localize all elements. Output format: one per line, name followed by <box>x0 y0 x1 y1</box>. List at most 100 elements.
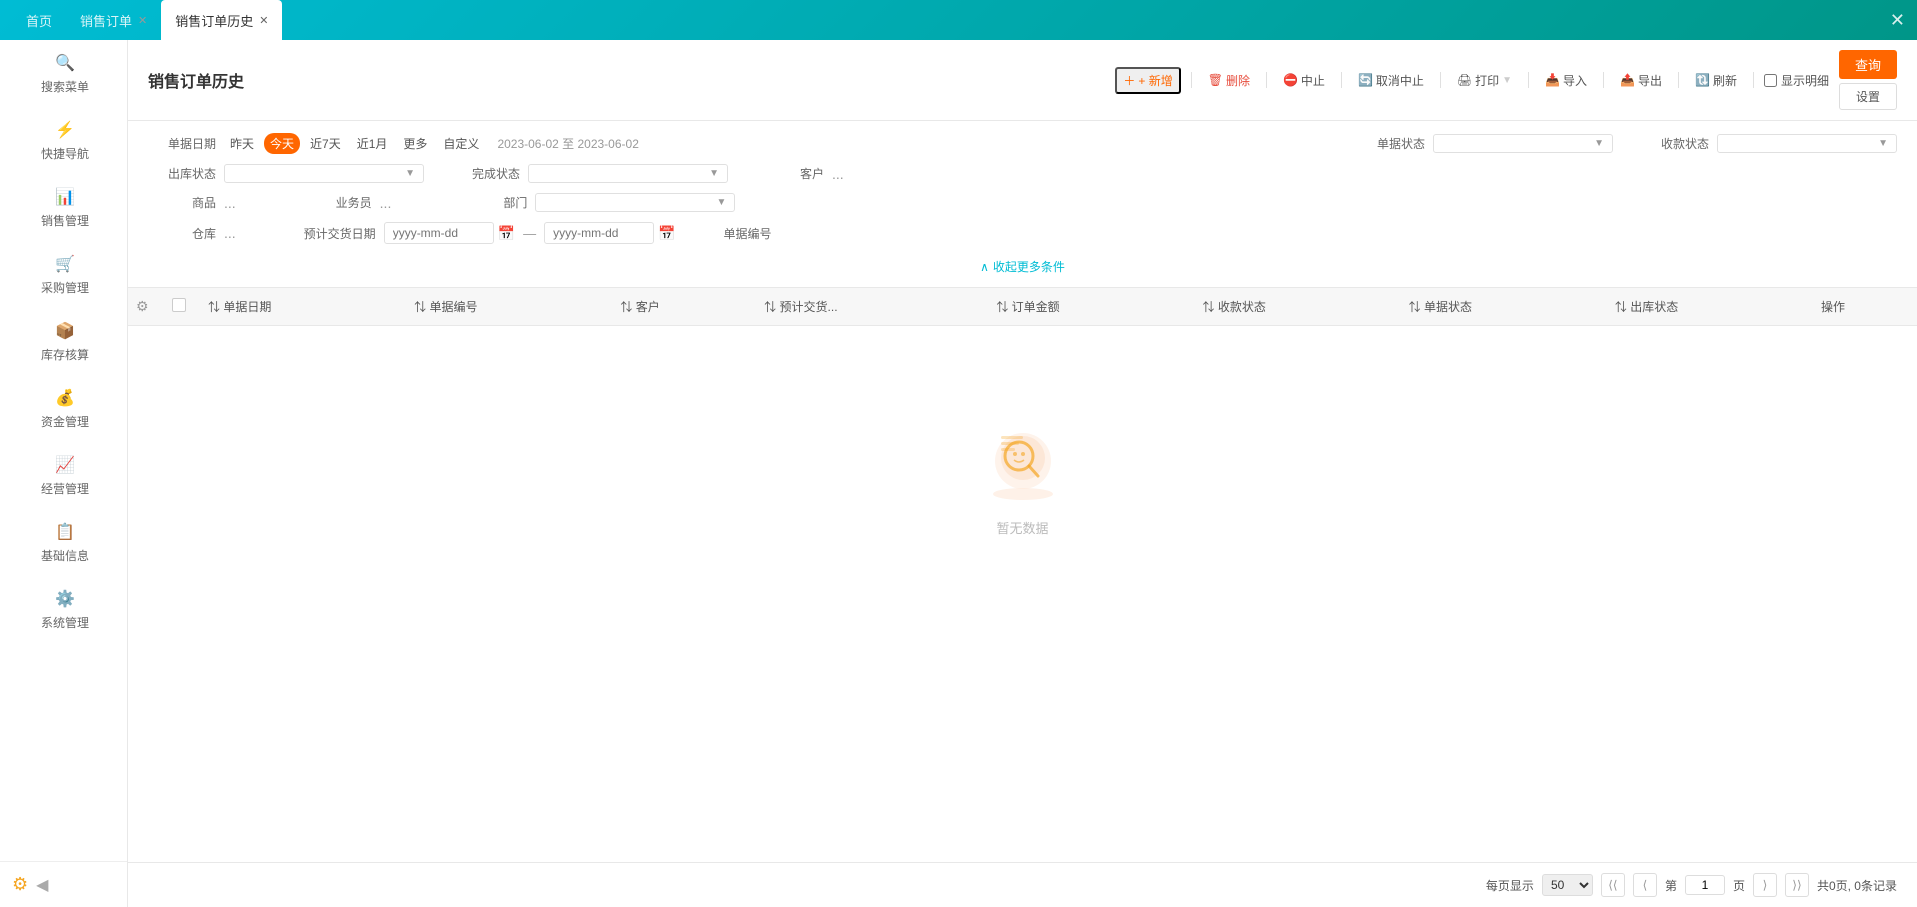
toolbar: ＋ + 新增 🗑 删除 ⛔ 中止 🔄 取消中止 <box>1115 50 1897 110</box>
sales-icon: 📊 <box>54 186 76 208</box>
salesperson-label: 业务员 <box>304 194 372 211</box>
date-range-separator: — <box>523 226 536 241</box>
th-delivery-icon[interactable]: ⇅ <box>764 300 776 314</box>
date-label: 单据日期 <box>148 135 216 152</box>
print-dropdown-icon: ▼ <box>1502 75 1512 86</box>
page-label: 页 <box>1733 877 1745 894</box>
date-chip-custom[interactable]: 自定义 <box>437 133 485 154</box>
delivery-date-from-input[interactable] <box>384 222 494 244</box>
sidebar-settings-icon[interactable]: ⚙ <box>12 874 28 895</box>
receipt-status-label: 收款状态 <box>1641 135 1709 152</box>
filter-area: 单据日期 昨天 今天 近7天 近1月 更多 自定义 2023-06-02 至 2… <box>128 121 1917 288</box>
cancel-stop-button[interactable]: 🔄 取消中止 <box>1352 69 1430 92</box>
last-page-button[interactable]: ⟩⟩ <box>1785 873 1809 897</box>
refresh-button[interactable]: 🔃 刷新 <box>1689 69 1743 92</box>
pagination-bar: 每页显示 50 10 20 100 ⟨⟨ ⟨ 第 页 ⟩ ⟩⟩ 共0页, 0条记… <box>128 862 1917 907</box>
department-dropdown-icon: ▼ <box>716 197 726 208</box>
query-button[interactable]: 查询 <box>1839 50 1897 79</box>
close-history-tab[interactable]: ✕ <box>259 14 268 27</box>
th-outbound-status: ⇅ 出库状态 <box>1607 288 1813 326</box>
th-amount-icon[interactable]: ⇅ <box>996 300 1008 314</box>
inventory-icon: 📦 <box>54 320 76 342</box>
page-title: 销售订单历史 <box>148 68 244 92</box>
delivery-date-to-input[interactable] <box>544 222 654 244</box>
first-page-button[interactable]: ⟨⟨ <box>1601 873 1625 897</box>
page-size-select[interactable]: 50 10 20 100 <box>1542 874 1593 896</box>
total-info: 共0页, 0条记录 <box>1817 877 1897 894</box>
sidebar-item-inventory[interactable]: 📦 库存核算 <box>0 308 127 375</box>
separator-8 <box>1753 72 1754 88</box>
page-number-input[interactable] <box>1685 875 1725 895</box>
delivery-date-to-calendar-icon[interactable]: 📅 <box>658 225 675 242</box>
goods-label: 商品 <box>148 194 216 211</box>
prev-page-button[interactable]: ⟨ <box>1633 873 1657 897</box>
select-all-checkbox[interactable] <box>172 298 186 312</box>
th-number-icon[interactable]: ⇅ <box>414 300 426 314</box>
close-sales-order-tab[interactable]: ✕ <box>138 14 147 27</box>
date-chip-yesterday[interactable]: 昨天 <box>224 133 260 154</box>
table-settings-icon[interactable]: ⚙ <box>136 298 149 314</box>
completion-status-select[interactable]: ▼ <box>528 164 728 183</box>
th-operations: 操作 <box>1813 288 1917 326</box>
stop-button[interactable]: ⛔ 中止 <box>1277 69 1331 92</box>
separator-6 <box>1603 72 1604 88</box>
empty-state-row: 暂无数据 <box>128 326 1917 618</box>
th-receipt-icon[interactable]: ⇅ <box>1202 300 1214 314</box>
top-bar-right: ✕ <box>1890 10 1905 31</box>
outbound-status-label: 出库状态 <box>148 165 216 182</box>
sidebar-item-basic-info[interactable]: 📋 基础信息 <box>0 509 127 576</box>
receipt-status-select[interactable]: ▼ <box>1717 134 1897 153</box>
goods-ellipsis[interactable]: ... <box>224 195 236 211</box>
export-icon: 📤 <box>1620 73 1635 87</box>
th-outbound-icon[interactable]: ⇅ <box>1615 300 1627 314</box>
sidebar-item-operations[interactable]: 📈 经营管理 <box>0 442 127 509</box>
page-jump-label: 第 <box>1665 877 1677 894</box>
display-detail-checkbox[interactable]: 显示明细 <box>1764 72 1829 89</box>
warehouse-ellipsis[interactable]: ... <box>224 225 236 241</box>
sidebar-item-quick-nav[interactable]: ⚡ 快捷导航 <box>0 107 127 174</box>
outbound-status-select[interactable]: ▼ <box>224 164 424 183</box>
sidebar-item-purchase-mgmt[interactable]: 🛒 采购管理 <box>0 241 127 308</box>
date-chip-7days[interactable]: 近7天 <box>304 133 347 154</box>
separator-4 <box>1440 72 1441 88</box>
delete-icon: 🗑 <box>1208 73 1223 87</box>
delete-button[interactable]: 🗑 删除 <box>1202 69 1256 92</box>
import-button[interactable]: 📥 导入 <box>1539 69 1593 92</box>
sidebar-item-system[interactable]: ⚙️ 系统管理 <box>0 576 127 643</box>
export-button[interactable]: 📤 导出 <box>1614 69 1668 92</box>
page-header: 销售订单历史 ＋ + 新增 🗑 删除 ⛔ 中止 🔄 <box>128 40 1917 121</box>
sidebar-item-search-menu[interactable]: 🔍 搜索菜单 <box>0 40 127 107</box>
top-bar: 首页 销售订单 ✕ 销售订单历史 ✕ ✕ <box>0 0 1917 40</box>
tab-home[interactable]: 首页 <box>12 0 66 40</box>
delivery-date-from-calendar-icon[interactable]: 📅 <box>498 225 515 242</box>
new-button[interactable]: ＋ + 新增 <box>1115 67 1180 94</box>
department-select[interactable]: ▼ <box>535 193 735 212</box>
date-chip-more[interactable]: 更多 <box>397 133 433 154</box>
collapse-button[interactable]: ∧ 收起更多条件 <box>148 254 1897 275</box>
status-select[interactable]: ▼ <box>1433 134 1613 153</box>
date-chip-1month[interactable]: 近1月 <box>351 133 394 154</box>
cancel-stop-icon: 🔄 <box>1358 73 1373 87</box>
basic-info-icon: 📋 <box>54 521 76 543</box>
sidebar-item-sales-mgmt[interactable]: 📊 销售管理 <box>0 174 127 241</box>
sidebar-collapse-icon[interactable]: ◀ <box>36 875 48 895</box>
sidebar-item-capital[interactable]: 💰 资金管理 <box>0 375 127 442</box>
customer-label: 客户 <box>756 165 824 182</box>
department-label: 部门 <box>459 194 527 211</box>
collapse-up-icon: ∧ <box>980 260 989 274</box>
th-number: ⇅ 单据编号 <box>406 288 612 326</box>
salesperson-ellipsis[interactable]: ... <box>380 195 392 211</box>
customer-ellipsis[interactable]: ... <box>832 166 844 182</box>
date-chip-today[interactable]: 今天 <box>264 133 300 154</box>
next-page-button[interactable]: ⟩ <box>1753 873 1777 897</box>
settings-button[interactable]: 设置 <box>1839 83 1897 110</box>
display-detail-input[interactable] <box>1764 74 1777 87</box>
th-customer-icon[interactable]: ⇅ <box>620 300 632 314</box>
filter-row-4: 仓库 ... 预计交货日期 📅 — 📅 单据编号 <box>148 222 1897 244</box>
window-close-button[interactable]: ✕ <box>1890 10 1905 31</box>
print-button[interactable]: 🖨 打印 ▼ <box>1451 69 1518 92</box>
th-date-icon[interactable]: ⇅ <box>208 300 220 314</box>
tab-sales-order-history[interactable]: 销售订单历史 ✕ <box>161 0 282 40</box>
tab-sales-order[interactable]: 销售订单 ✕ <box>66 0 161 40</box>
th-order-status-icon[interactable]: ⇅ <box>1409 300 1421 314</box>
